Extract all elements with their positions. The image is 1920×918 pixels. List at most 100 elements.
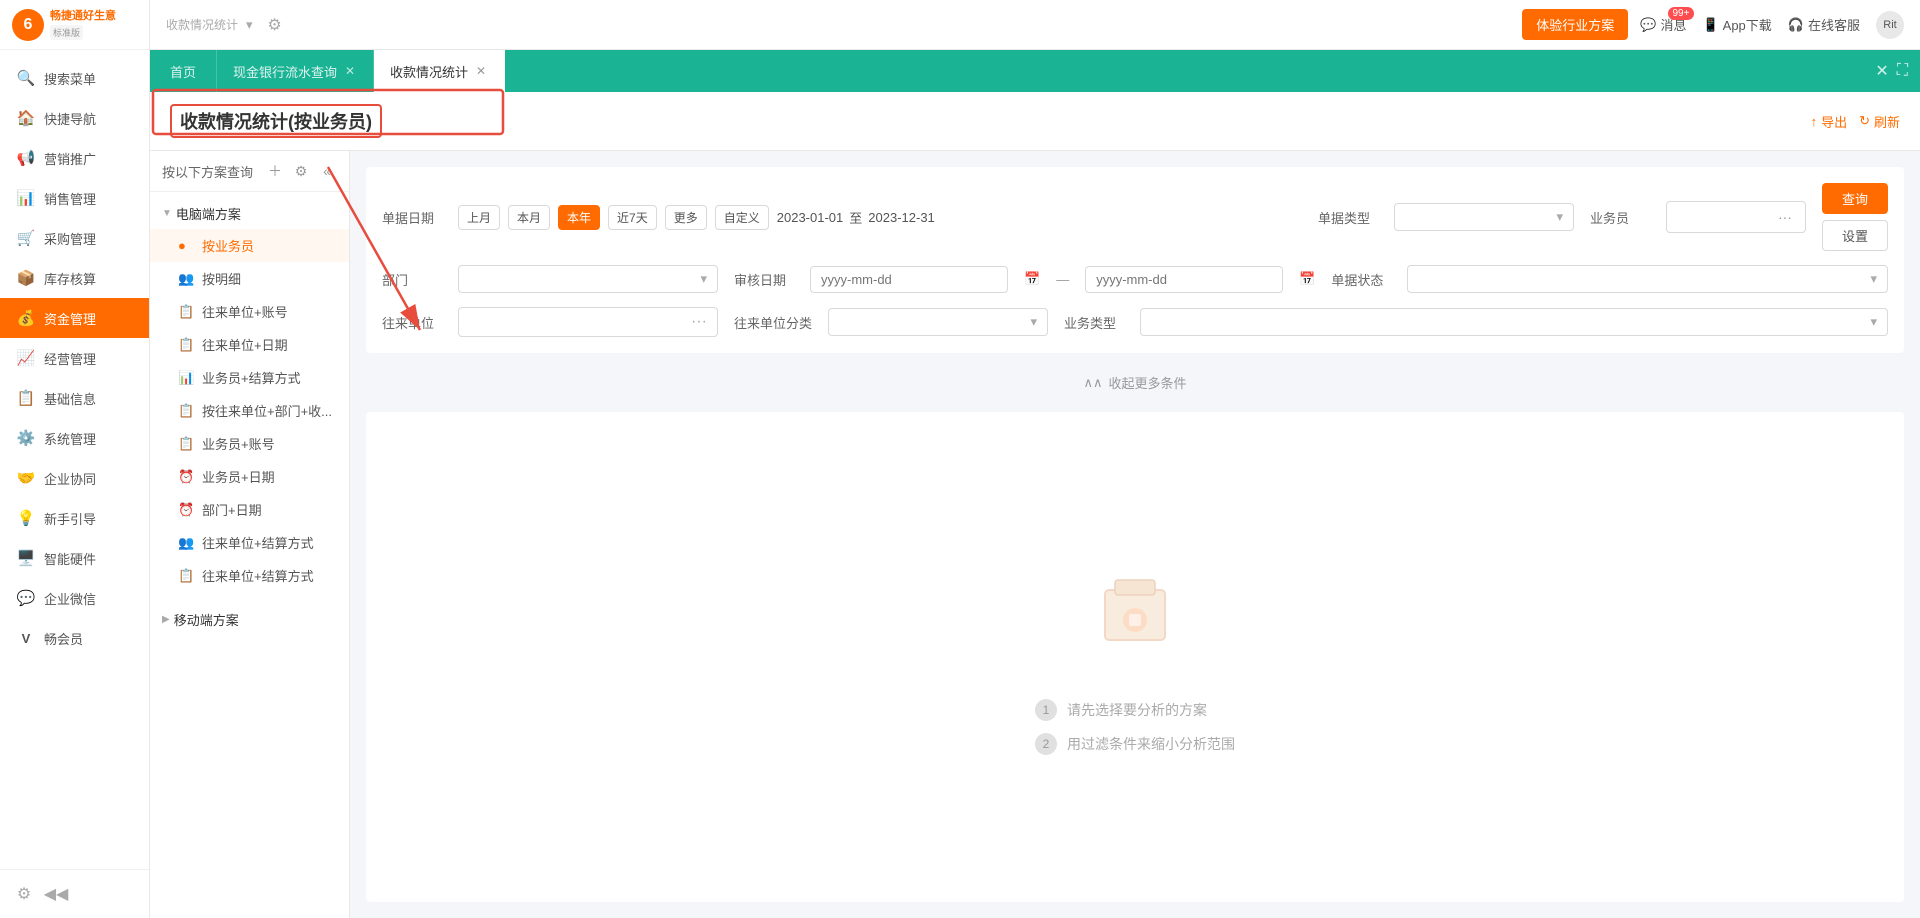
trial-button[interactable]: 体验行业方案 xyxy=(1522,9,1628,40)
mobile-scheme-title[interactable]: ▶ 移动端方案 xyxy=(150,604,349,635)
sidebar-item-shortcut[interactable]: 🏠 快捷导航 xyxy=(0,98,149,138)
system-icon: ⚙️ xyxy=(16,428,36,448)
topbar-dropdown-icon[interactable]: ▾ xyxy=(246,17,253,33)
settings-bottom-icon[interactable]: ⚙ xyxy=(12,882,36,906)
sidebar-item-warehouse[interactable]: 📦 库存核算 xyxy=(0,258,149,298)
export-button[interactable]: ↑ 导出 xyxy=(1811,112,1848,131)
collapse-bar[interactable]: ∧∧ 收起更多条件 xyxy=(366,365,1904,400)
date-btn-7days[interactable]: 近7天 xyxy=(608,205,657,230)
sidebar-item-finance[interactable]: 💰 资金管理 xyxy=(0,298,149,338)
dept-chevron-icon: ▾ xyxy=(700,271,707,287)
scheme-by-unit-account[interactable]: 📋 往来单位+账号 xyxy=(150,295,349,328)
step-num-1: 1 xyxy=(1035,699,1057,721)
desktop-scheme-title[interactable]: ▼ 电脑端方案 xyxy=(150,198,349,229)
tab-receipt[interactable]: 收款情况统计 ✕ xyxy=(374,50,505,92)
tab-close-window-icon[interactable]: ✕ xyxy=(1875,61,1888,81)
date-btn-more[interactable]: 更多 xyxy=(665,205,707,230)
salesperson-more-icon[interactable]: ··· xyxy=(1775,207,1795,227)
sidebar-item-guide[interactable]: 💡 新手引导 xyxy=(0,498,149,538)
date-btn-this-year[interactable]: 本年 xyxy=(558,205,600,230)
purchase-icon: 🛒 xyxy=(16,228,36,248)
sidebar-item-hardware[interactable]: 🖥️ 智能硬件 xyxy=(0,538,149,578)
collapse-panel-button[interactable]: « xyxy=(317,161,337,181)
date-btn-this-month[interactable]: 本月 xyxy=(508,205,550,230)
mobile-group-expand-icon: ▶ xyxy=(162,614,170,625)
tab-bank[interactable]: 现金银行流水查询 ✕ xyxy=(217,50,374,92)
filter-row-3: 往来单位 ··· 往来单位分类 ▾ 业务类型 xyxy=(382,307,1888,337)
scheme-by-sales-account[interactable]: 📋 业务员+账号 xyxy=(150,427,349,460)
online-service-button[interactable]: 🎧 在线客服 xyxy=(1788,15,1860,34)
doc-status-select[interactable]: ▾ xyxy=(1407,265,1888,293)
date-range-display: 2023-01-01 至 2023-12-31 xyxy=(777,208,935,227)
app-download-button[interactable]: 📱 App下载 xyxy=(1702,15,1771,34)
add-scheme-button[interactable]: ＋ xyxy=(265,161,285,181)
dept-select[interactable]: ▾ xyxy=(458,265,718,293)
scheme-icon-sales-date: ⏰ xyxy=(178,469,196,485)
search-icon: 🔍 xyxy=(16,68,36,88)
scheme-by-dept-date[interactable]: ⏰ 部门+日期 xyxy=(150,493,349,526)
desktop-scheme-label: 电脑端方案 xyxy=(176,204,241,223)
scheme-by-unit-settle1[interactable]: 👥 往来单位+结算方式 xyxy=(150,526,349,559)
sidebar-item-wechat[interactable]: 💬 企业微信 xyxy=(0,578,149,618)
desktop-scheme-group: ▼ 电脑端方案 ● 按业务员 👥 按明细 📋 往来单位+账号 xyxy=(150,192,349,598)
sidebar-item-search[interactable]: 🔍 搜索菜单 xyxy=(0,58,149,98)
tab-receipt-close-icon[interactable]: ✕ xyxy=(474,64,488,78)
doc-type-select[interactable]: ▾ xyxy=(1394,203,1574,231)
query-button[interactable]: 查询 xyxy=(1822,183,1888,214)
scheme-icon-unit-settle2: 📋 xyxy=(178,568,196,584)
review-date-from-cal-icon[interactable]: 📅 xyxy=(1024,271,1040,287)
sidebar-item-purchase[interactable]: 🛒 采购管理 xyxy=(0,218,149,258)
page-header: 收款情况统计(按业务员) ↑ 导出 ↻ 刷新 xyxy=(150,92,1920,151)
tab-maximize-icon[interactable]: ⛶ xyxy=(1897,62,1908,80)
date-btn-last-month[interactable]: 上月 xyxy=(458,205,500,230)
doc-status-label: 单据状态 xyxy=(1331,270,1391,289)
sidebar-item-operations[interactable]: 📈 经营管理 xyxy=(0,338,149,378)
panel-header-icons: ＋ ⚙ « xyxy=(265,161,337,181)
scheme-by-unit-dept[interactable]: 📋 按往来单位+部门+收... xyxy=(150,394,349,427)
sales-icon: 📊 xyxy=(16,188,36,208)
sidebar-item-system-label: 系统管理 xyxy=(44,429,96,448)
partner-category-select[interactable]: ▾ xyxy=(828,308,1048,336)
user-avatar[interactable]: Rit xyxy=(1876,11,1904,39)
review-date-from-input[interactable] xyxy=(810,266,1008,293)
date-btn-custom[interactable]: 自定义 xyxy=(715,205,769,230)
scheme-icon-unit-settle1: 👥 xyxy=(178,535,196,551)
scheme-by-detail[interactable]: 👥 按明细 xyxy=(150,262,349,295)
scheme-unit-settle2-label: 往来单位+结算方式 xyxy=(202,566,314,585)
review-date-to-cal-icon[interactable]: 📅 xyxy=(1299,271,1315,287)
filter-row-1: 单据日期 上月 本月 本年 近7天 更多 自定义 2023-01-01 至 xyxy=(382,183,1888,251)
review-date-to-input[interactable] xyxy=(1085,266,1283,293)
scheme-settings-button[interactable]: ⚙ xyxy=(291,161,311,181)
service-icon: 🎧 xyxy=(1788,17,1804,33)
scheme-by-sales-date[interactable]: ⏰ 业务员+日期 xyxy=(150,460,349,493)
basic-icon: 📋 xyxy=(16,388,36,408)
scheme-by-unit-date[interactable]: 📋 往来单位+日期 xyxy=(150,328,349,361)
partner-select[interactable]: ··· xyxy=(458,307,718,337)
scheme-by-sales-settle[interactable]: 📊 业务员+结算方式 xyxy=(150,361,349,394)
empty-step-2: 2 用过滤条件来缩小分析范围 xyxy=(1035,733,1235,755)
sidebar-item-basic[interactable]: 📋 基础信息 xyxy=(0,378,149,418)
collapse-sidebar-icon[interactable]: ◀◀ xyxy=(44,882,68,906)
sidebar-item-sales[interactable]: 📊 销售管理 xyxy=(0,178,149,218)
mobile-scheme-label: 移动端方案 xyxy=(174,610,239,629)
topbar-gear-icon[interactable]: ⚙ xyxy=(261,11,289,39)
empty-step-1: 1 请先选择要分析的方案 xyxy=(1035,699,1235,721)
scheme-by-unit-settle2[interactable]: 📋 往来单位+结算方式 xyxy=(150,559,349,592)
tab-home[interactable]: 首页 xyxy=(150,50,217,92)
messages-button[interactable]: 💬 消息 99+ xyxy=(1640,15,1686,34)
refresh-button[interactable]: ↻ 刷新 xyxy=(1859,112,1900,131)
sidebar-item-enterprise[interactable]: 🤝 企业协同 xyxy=(0,458,149,498)
scheme-icon-sales-settle: 📊 xyxy=(178,370,196,386)
partner-more-icon[interactable]: ··· xyxy=(691,313,707,331)
scheme-by-salesperson[interactable]: ● 按业务员 xyxy=(150,229,349,262)
sidebar-item-member[interactable]: V 畅会员 xyxy=(0,618,149,658)
sidebar-item-marketing[interactable]: 📢 营销推广 xyxy=(0,138,149,178)
tab-bank-close-icon[interactable]: ✕ xyxy=(343,64,357,78)
biz-type-select[interactable]: ▾ xyxy=(1140,308,1888,336)
sidebar-item-wechat-label: 企业微信 xyxy=(44,589,96,608)
settings-button[interactable]: 设置 xyxy=(1822,220,1888,251)
biz-type-label: 业务类型 xyxy=(1064,313,1124,332)
salesperson-select[interactable]: ··· xyxy=(1666,201,1806,233)
sidebar-item-system[interactable]: ⚙️ 系统管理 xyxy=(0,418,149,458)
main-content: 收款情况统计 ▾ ⚙ 体验行业方案 💬 消息 99+ 📱 App下载 🎧 在线客… xyxy=(150,0,1920,918)
